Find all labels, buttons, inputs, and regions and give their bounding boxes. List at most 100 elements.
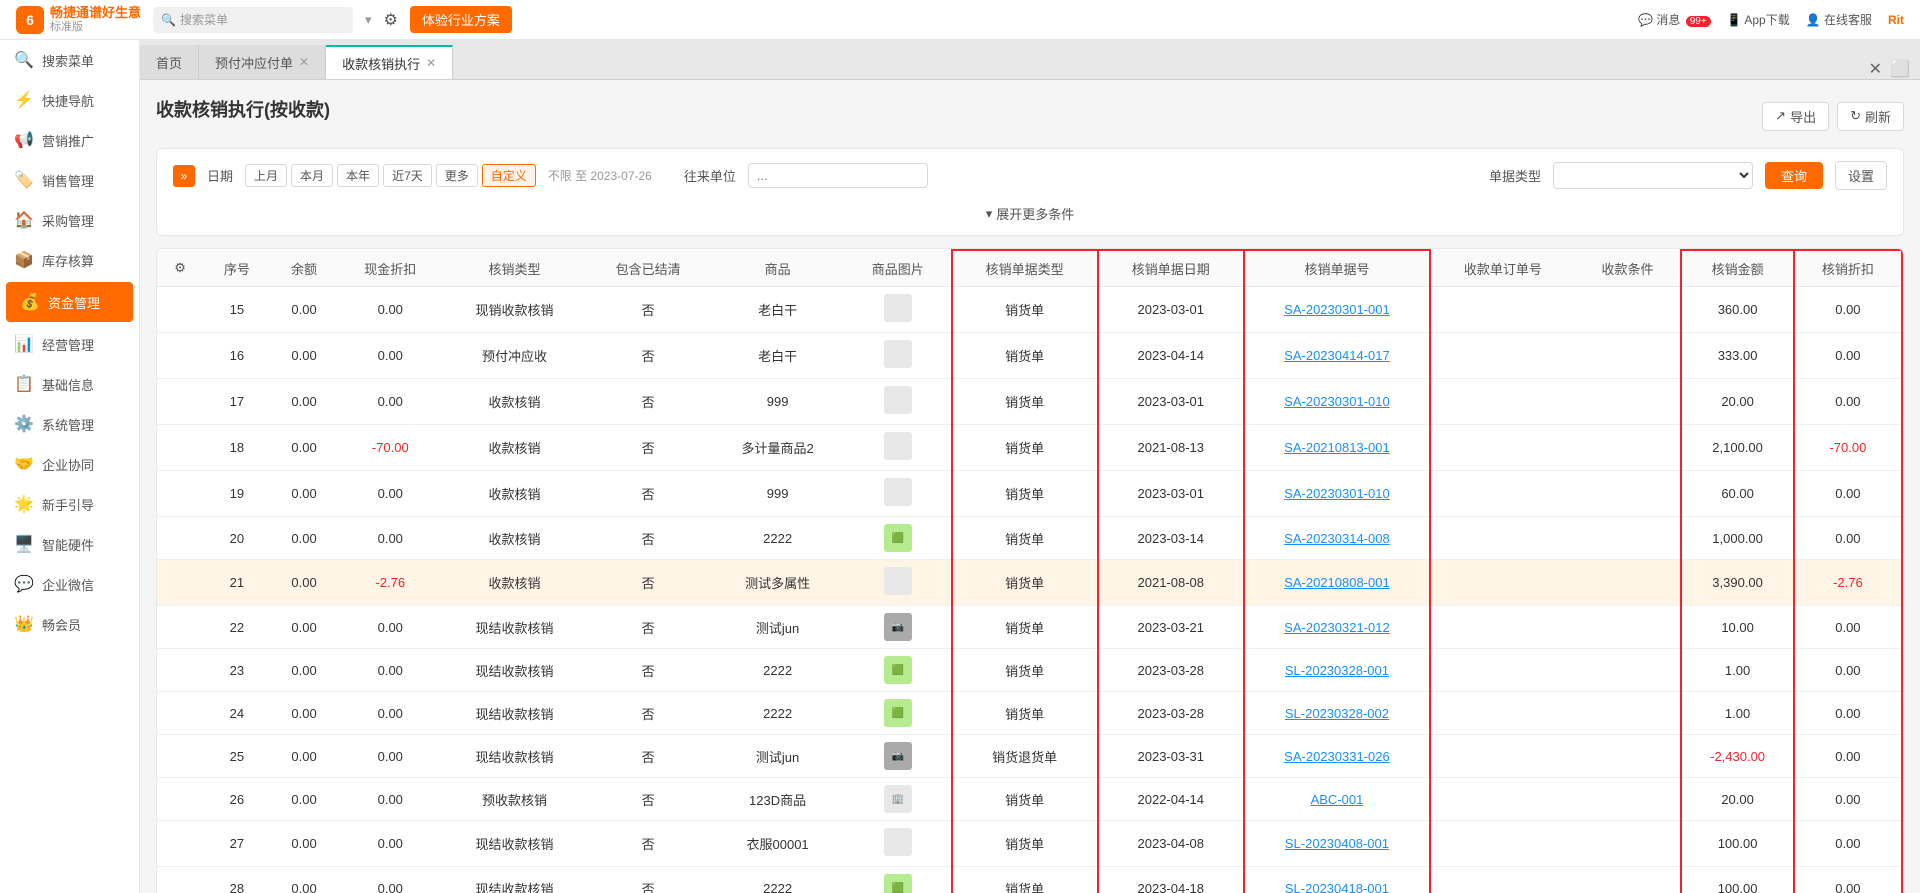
cell-verify-bill-no[interactable]: SA-20230414-017 [1244, 333, 1430, 379]
cell-verify-bill-no[interactable]: SA-20210808-001 [1244, 560, 1430, 606]
sidebar-item-hardware[interactable]: 🖥️ 智能硬件 [0, 524, 139, 564]
sidebar-item-shortcuts[interactable]: ⚡ 快捷导航 [0, 80, 139, 120]
sidebar-item-search[interactable]: 🔍 搜索菜单 [0, 40, 139, 80]
cell-cash-discount: 0.00 [338, 735, 443, 778]
cell-verify-bill-date: 2023-04-18 [1098, 867, 1244, 893]
cell-verify-bill-no[interactable]: SL-20230328-001 [1244, 649, 1430, 692]
sidebar-item-label: 智能硬件 [42, 535, 94, 554]
sidebar-item-basic[interactable]: 📋 基础信息 [0, 364, 139, 404]
cell-settings [157, 778, 203, 821]
cell-receipt-order-no [1430, 606, 1575, 649]
cell-balance: 0.00 [270, 649, 337, 692]
cell-goods-img [845, 287, 952, 333]
cell-seq: 23 [203, 649, 270, 692]
cell-cash-discount: 0.00 [338, 867, 443, 893]
cell-verify-bill-no[interactable]: ABC-001 [1244, 778, 1430, 821]
cell-verify-discount: 0.00 [1794, 735, 1902, 778]
tab-prepay[interactable]: 预付冲应付单 ✕ [199, 45, 326, 79]
cell-verify-bill-type: 销货单 [952, 379, 1098, 425]
cell-verify-bill-no[interactable]: SA-20230301-010 [1244, 471, 1430, 517]
cell-verify-bill-date: 2021-08-08 [1098, 560, 1244, 606]
gear-icon[interactable]: ⚙ [384, 10, 398, 30]
message-badge: 99+ [1686, 16, 1711, 27]
sidebar-item-system[interactable]: ⚙️ 系统管理 [0, 404, 139, 444]
date-label: 日期 [207, 166, 233, 185]
app-download-btn[interactable]: 📱 App下载 [1727, 11, 1790, 28]
date-btn-this-year[interactable]: 本年 [337, 164, 379, 187]
table-row: 19 0.00 0.00 收款核销 否 999 销货单 2023-03-01 S… [157, 471, 1902, 517]
cell-verify-discount: -70.00 [1794, 425, 1902, 471]
col-settings-header[interactable]: ⚙ [157, 250, 203, 287]
sidebar-item-label: 经营管理 [42, 335, 94, 354]
cell-verify-bill-no[interactable]: SL-20230418-001 [1244, 867, 1430, 893]
cell-receipt-order-no [1430, 517, 1575, 560]
cell-verify-type: 收款核销 [443, 379, 586, 425]
tabs-bar-right: ✕ ⬜ [1859, 59, 1920, 79]
date-btn-7days[interactable]: 近7天 [383, 164, 432, 187]
page-content: 收款核销执行(按收款) ↗ 导出 ↻ 刷新 » [140, 80, 1920, 893]
sidebar-item-inventory[interactable]: 📦 库存核算 [0, 240, 139, 280]
tab-prepay-label: 预付冲应付单 [215, 53, 293, 72]
cell-seq: 20 [203, 517, 270, 560]
sidebar-item-label: 新手引导 [42, 495, 94, 514]
cell-cash-discount: -70.00 [338, 425, 443, 471]
sidebar-item-sales[interactable]: 🏷️ 销售管理 [0, 160, 139, 200]
settings-btn[interactable]: 设置 [1835, 161, 1887, 190]
col-goods-img-header: 商品图片 [845, 250, 952, 287]
date-range-text: 不限 至 2023-07-26 [548, 167, 652, 184]
cell-verify-bill-no[interactable]: SA-20230301-001 [1244, 287, 1430, 333]
filter-expand-toggle[interactable]: » [173, 165, 195, 187]
cell-included-settled: 否 [586, 692, 710, 735]
cell-balance: 0.00 [270, 287, 337, 333]
sidebar-item-label: 资金管理 [48, 293, 100, 312]
cell-receipt-condition [1575, 471, 1682, 517]
tab-receipt-label: 收款核销执行 [342, 54, 420, 73]
tab-prepay-close[interactable]: ✕ [299, 55, 309, 69]
cell-verify-bill-no[interactable]: SA-20230321-012 [1244, 606, 1430, 649]
sidebar-item-member[interactable]: 👑 畅会员 [0, 604, 139, 644]
tab-receipt-close[interactable]: ✕ [426, 56, 436, 70]
expand-more-btn[interactable]: ▾ 展开更多条件 [986, 204, 1075, 223]
bill-type-select[interactable] [1553, 162, 1753, 189]
sidebar-item-purchase[interactable]: 🏠 采购管理 [0, 200, 139, 240]
cell-verify-amount: 10.00 [1681, 606, 1793, 649]
settings-icon[interactable]: ⚙ [174, 260, 186, 275]
date-btn-last-month[interactable]: 上月 [245, 164, 287, 187]
message-btn[interactable]: 💬 消息 99+ [1638, 11, 1711, 28]
date-btn-this-month[interactable]: 本月 [291, 164, 333, 187]
cell-verify-bill-no[interactable]: SL-20230328-002 [1244, 692, 1430, 735]
sidebar-item-label: 采购管理 [42, 211, 94, 230]
sidebar-item-wechat[interactable]: 💬 企业微信 [0, 564, 139, 604]
export-btn[interactable]: ↗ 导出 [1762, 102, 1829, 131]
user-avatar[interactable]: Rit [1888, 13, 1904, 27]
cell-included-settled: 否 [586, 606, 710, 649]
sidebar-item-guide[interactable]: 🌟 新手引导 [0, 484, 139, 524]
sidebar-item-label: 企业微信 [42, 575, 94, 594]
cell-verify-bill-no[interactable]: SA-20230331-026 [1244, 735, 1430, 778]
close-window-icon[interactable]: ✕ [1869, 59, 1882, 79]
cell-verify-bill-no[interactable]: SA-20230301-010 [1244, 379, 1430, 425]
cell-verify-bill-date: 2023-03-14 [1098, 517, 1244, 560]
sidebar-item-marketing[interactable]: 📢 营销推广 [0, 120, 139, 160]
main-content: 首页 预付冲应付单 ✕ 收款核销执行 ✕ ✕ ⬜ 收款核销执行(按收款) [140, 40, 1920, 893]
cell-verify-bill-no[interactable]: SL-20230408-001 [1244, 821, 1430, 867]
date-btn-more[interactable]: 更多 [436, 164, 478, 187]
online-service-btn[interactable]: 👤 在线客服 [1806, 11, 1872, 28]
search-box[interactable]: 🔍 搜索菜单 [153, 7, 353, 33]
cell-included-settled: 否 [586, 735, 710, 778]
tab-home[interactable]: 首页 [140, 45, 199, 79]
industry-btn[interactable]: 体验行业方案 [410, 6, 512, 33]
sidebar-item-business[interactable]: 📊 经营管理 [0, 324, 139, 364]
cell-verify-bill-no[interactable]: SA-20230314-008 [1244, 517, 1430, 560]
maximize-icon[interactable]: ⬜ [1890, 59, 1910, 79]
refresh-btn[interactable]: ↻ 刷新 [1837, 102, 1904, 131]
cell-verify-bill-no[interactable]: SA-20210813-001 [1244, 425, 1430, 471]
sidebar-item-finance[interactable]: 💰 资金管理 [6, 282, 133, 322]
partner-input[interactable] [748, 163, 928, 188]
tab-receipt[interactable]: 收款核销执行 ✕ [326, 45, 453, 79]
date-btn-custom[interactable]: 自定义 [482, 164, 536, 187]
cell-verify-bill-type: 销货单 [952, 692, 1098, 735]
query-btn[interactable]: 查询 [1765, 162, 1823, 189]
cell-verify-type: 现结收款核销 [443, 867, 586, 893]
sidebar-item-enterprise[interactable]: 🤝 企业协同 [0, 444, 139, 484]
